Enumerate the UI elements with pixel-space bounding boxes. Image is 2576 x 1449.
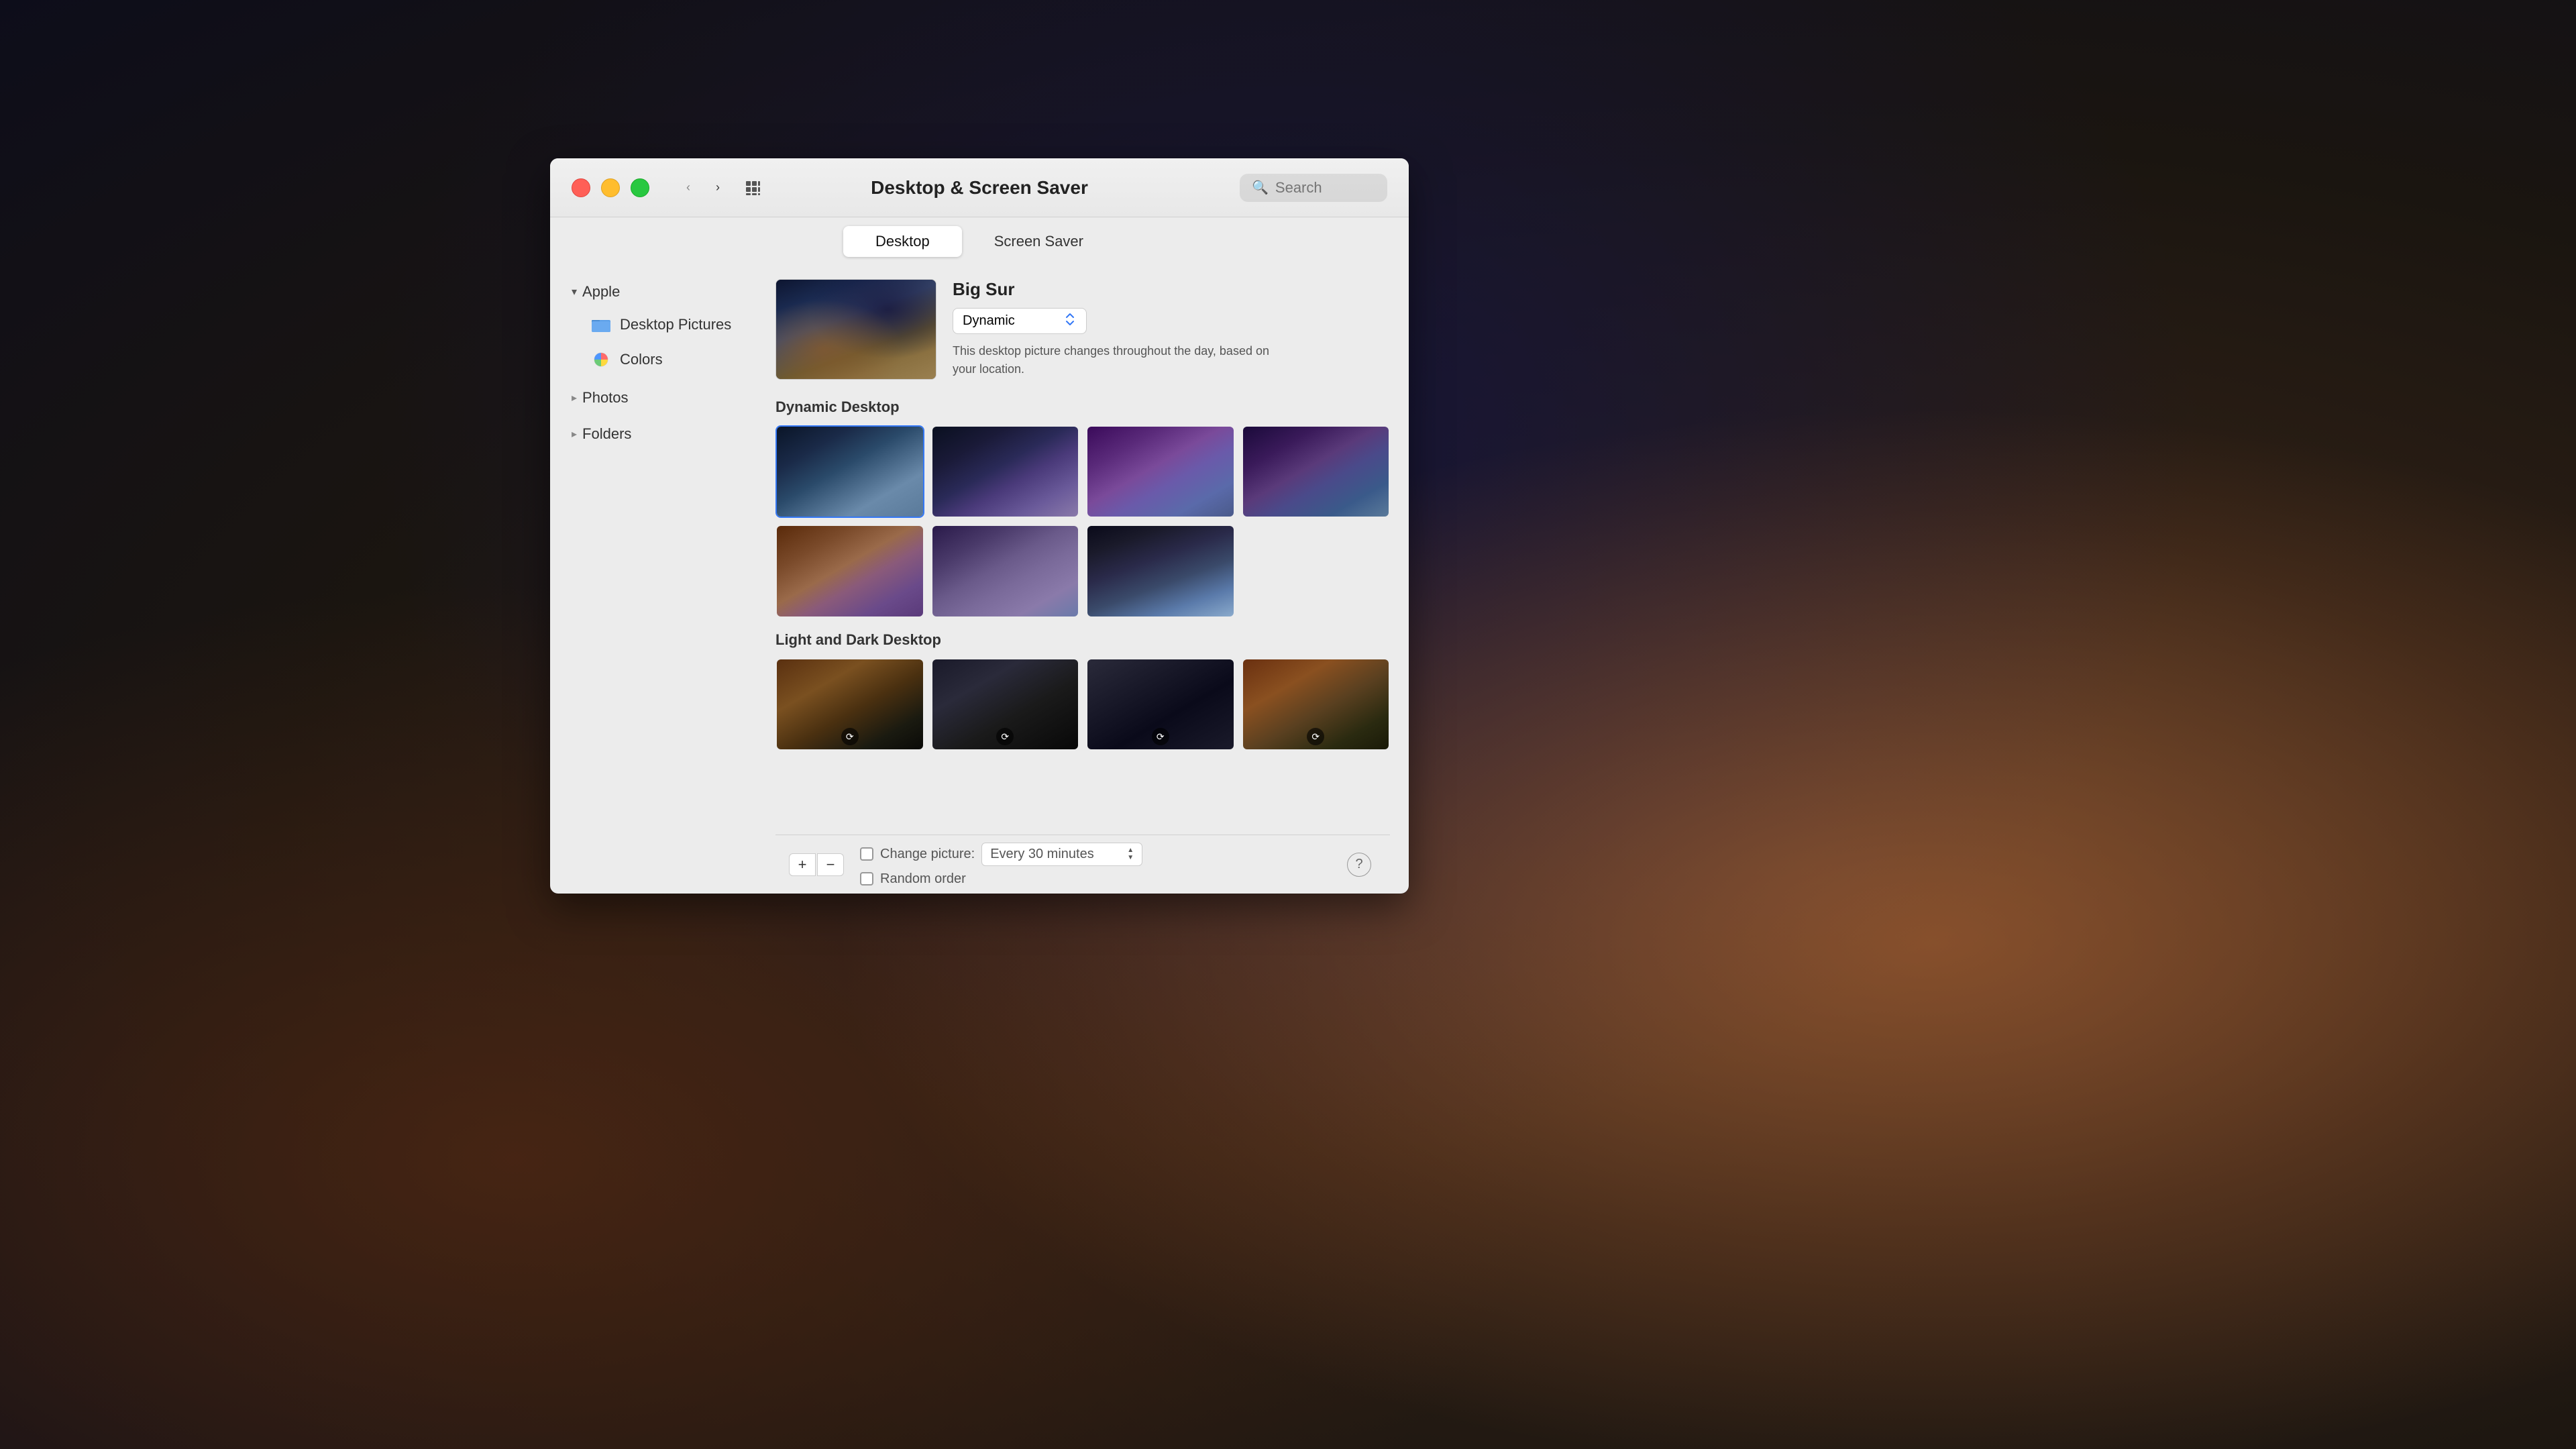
random-order-checkbox[interactable] [860,872,873,885]
wallpaper-name: Big Sur [953,279,1390,300]
wallpaper-thumbnail [932,526,1079,616]
wallpaper-thumbnail [1243,427,1389,517]
preview-thumbnail [775,279,936,380]
grid-button[interactable] [741,176,765,200]
nav-buttons: ‹ › [676,176,730,200]
sidebar-section-folders: ▸ Folders [550,419,765,449]
colors-label: Colors [620,351,663,368]
sync-icon: ⟳ [841,728,859,745]
add-button[interactable]: + [789,853,816,876]
wallpaper-thumbnail: ⟳ [1087,659,1234,749]
change-picture-row: Change picture: Every 30 minutes ▲ ▼ [860,843,1331,866]
sidebar-section-apple: ▾ Apple Desktop Pictures [550,276,765,377]
search-input[interactable] [1275,179,1375,197]
wallpaper-thumbnail [932,427,1079,517]
stepper-down[interactable]: ▼ [1127,855,1134,861]
gallery-item[interactable]: ⟳ [775,658,924,751]
forward-button[interactable]: › [706,176,730,200]
wallpaper-thumbnail: ⟳ [777,659,923,749]
gallery-section-title-dark: Light and Dark Desktop [775,631,1390,649]
wallpaper-thumbnail [1087,526,1234,616]
wallpaper-thumbnail: ⟳ [1243,659,1389,749]
search-icon: 🔍 [1252,179,1269,196]
select-arrow-icon [1063,313,1077,329]
help-button[interactable]: ? [1347,853,1371,877]
gallery: Dynamic Desktop [775,393,1390,835]
sidebar-item-folders[interactable]: ▸ Folders [555,419,759,449]
sidebar: ▾ Apple Desktop Pictures [550,266,765,894]
maximize-button[interactable] [631,178,649,197]
add-remove-buttons: + − [789,853,844,876]
close-button[interactable] [572,178,590,197]
preview-info: Big Sur Dynamic This desktop picture cha… [953,279,1390,378]
traffic-lights [572,178,649,197]
gallery-item[interactable] [1086,525,1235,617]
right-panel: Big Sur Dynamic This desktop picture cha… [765,266,1409,894]
stepper[interactable]: ▲ ▼ [1127,847,1134,861]
gallery-grid-dark: ⟳ ⟳ ⟳ ⟳ [775,658,1390,751]
sidebar-item-apple[interactable]: ▾ Apple [555,276,759,307]
minimize-button[interactable] [601,178,620,197]
photos-arrow-icon: ▸ [572,391,577,405]
gallery-item[interactable] [1242,425,1391,518]
wallpaper-thumbnail [777,427,923,517]
preview-area: Big Sur Dynamic This desktop picture cha… [775,279,1390,380]
sidebar-item-photos[interactable]: ▸ Photos [555,382,759,413]
bottom-bar: + − Change picture: Every 30 minutes ▲ ▼ [775,835,1390,894]
dynamic-select[interactable]: Dynamic [953,308,1087,334]
sidebar-item-desktop-pictures[interactable]: Desktop Pictures [555,307,759,342]
arrow-icon: ▾ [572,285,577,299]
main-window: ‹ › Desktop & Screen Saver 🔍 Desktop S [550,158,1409,894]
sync-icon: ⟳ [996,728,1014,745]
sidebar-item-colors[interactable]: Colors [555,342,759,377]
sidebar-apple-label: Apple [582,283,620,301]
gallery-grid-dynamic [775,425,1390,618]
photos-label: Photos [582,389,629,407]
gallery-item[interactable] [775,425,924,518]
desktop-pictures-label: Desktop Pictures [620,316,731,333]
wallpaper-thumbnail [777,526,923,616]
random-order-row: Random order [860,871,1331,887]
gallery-section-title-dynamic: Dynamic Desktop [775,398,1390,416]
stepper-up[interactable]: ▲ [1127,847,1134,854]
wallpaper-thumbnail [1087,427,1234,517]
folder-icon [590,314,612,335]
dynamic-option-label: Dynamic [963,313,1015,329]
gallery-item[interactable] [931,525,1080,617]
window-title: Desktop & Screen Saver [871,177,1088,199]
sync-icon: ⟳ [1307,728,1324,745]
change-picture-checkbox[interactable] [860,847,873,861]
gallery-item[interactable]: ⟳ [1086,658,1235,751]
folders-label: Folders [582,425,631,443]
random-order-label: Random order [880,871,966,887]
gallery-item[interactable]: ⟳ [1242,658,1391,751]
change-picture-label: Change picture: [880,847,975,862]
gallery-item[interactable] [931,425,1080,518]
interval-select[interactable]: Every 30 minutes ▲ ▼ [981,843,1142,866]
sync-icon: ⟳ [1152,728,1169,745]
interval-label: Every 30 minutes [990,847,1094,862]
search-box[interactable]: 🔍 [1240,174,1387,202]
tab-bar: Desktop Screen Saver [550,217,1409,266]
tab-desktop[interactable]: Desktop [843,226,962,257]
gallery-item[interactable]: ⟳ [931,658,1080,751]
sidebar-section-photos: ▸ Photos [550,382,765,413]
titlebar: ‹ › Desktop & Screen Saver 🔍 [550,158,1409,217]
wallpaper-description: This desktop picture changes throughout … [953,342,1288,378]
wallpaper-thumbnail: ⟳ [932,659,1079,749]
colors-icon [590,349,612,370]
gallery-item[interactable] [1086,425,1235,518]
remove-button[interactable]: − [817,853,844,876]
content-area: ▾ Apple Desktop Pictures [550,266,1409,894]
gallery-item[interactable] [775,525,924,617]
back-button[interactable]: ‹ [676,176,700,200]
tab-screen-saver[interactable]: Screen Saver [962,226,1116,257]
folders-arrow-icon: ▸ [572,427,577,441]
